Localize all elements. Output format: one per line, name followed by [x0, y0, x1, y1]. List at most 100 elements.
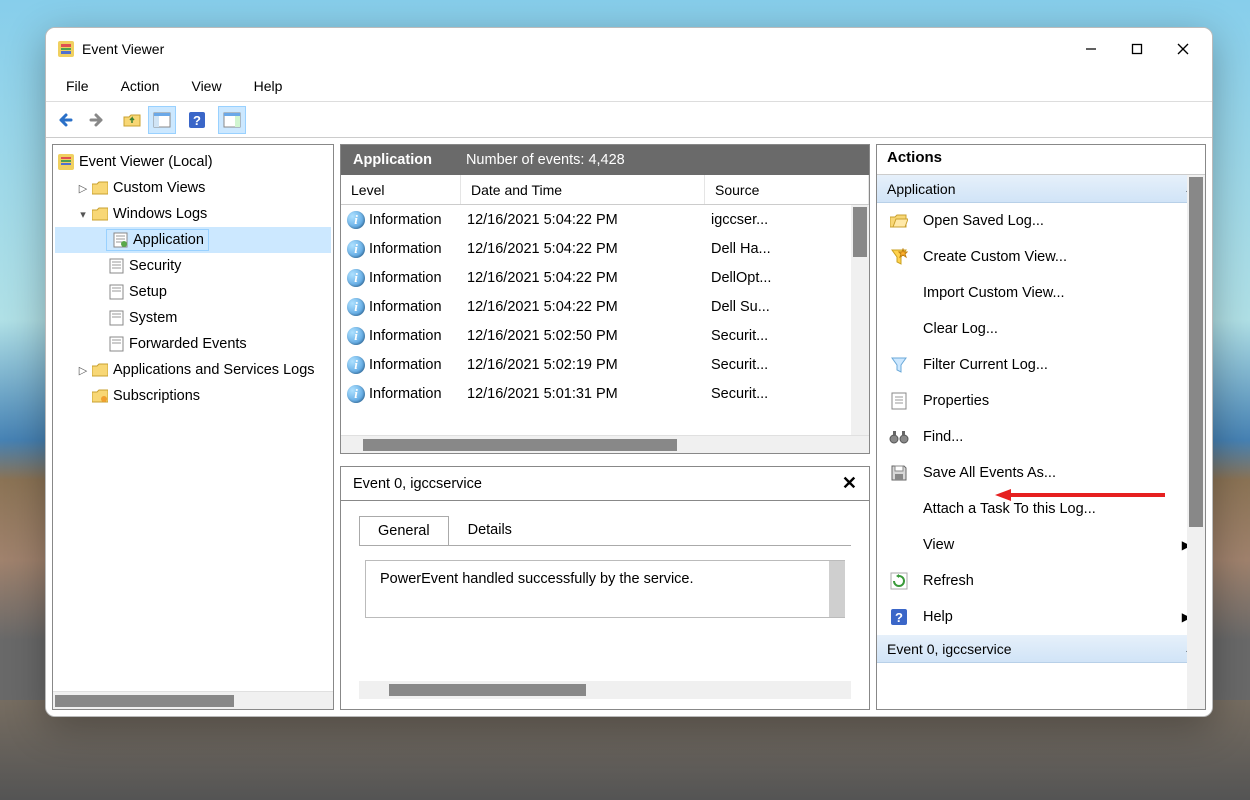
col-level[interactable]: Level	[341, 175, 461, 204]
minimize-button[interactable]	[1068, 33, 1114, 65]
tree-subscriptions[interactable]: Subscriptions	[55, 383, 331, 409]
action-save-all-events[interactable]: Save All Events As...	[877, 455, 1205, 491]
tree-root[interactable]: Event Viewer (Local)	[55, 149, 331, 175]
close-detail-button[interactable]: ✕	[842, 473, 857, 494]
actions-group-event[interactable]: Event 0, igccservice ▲	[877, 635, 1205, 663]
col-source[interactable]: Source	[705, 175, 869, 204]
event-rows[interactable]: iInformation12/16/2021 5:04:22 PMigccser…	[341, 205, 869, 435]
tab-general[interactable]: General	[359, 516, 449, 546]
action-filter-log[interactable]: Filter Current Log...	[877, 347, 1205, 383]
event-row[interactable]: iInformation12/16/2021 5:02:50 PMSecurit…	[341, 321, 869, 350]
actions-panel: Actions Application ▲ Open Saved Log... …	[876, 144, 1206, 710]
detail-message: PowerEvent handled successfully by the s…	[380, 571, 694, 587]
action-help[interactable]: ? Help ▶	[877, 599, 1205, 635]
event-viewer-icon	[57, 153, 75, 171]
action-import-custom-view[interactable]: Import Custom View...	[877, 275, 1205, 311]
event-row[interactable]: iInformation12/16/2021 5:04:22 PMigccser…	[341, 205, 869, 234]
svg-text:?: ?	[193, 113, 201, 128]
center-panel: Application Number of events: 4,428 Leve…	[340, 144, 870, 710]
action-refresh[interactable]: Refresh	[877, 563, 1205, 599]
event-row[interactable]: iInformation12/16/2021 5:04:22 PMDellOpt…	[341, 263, 869, 292]
event-row[interactable]: iInformation12/16/2021 5:01:31 PMSecurit…	[341, 379, 869, 408]
maximize-button[interactable]	[1114, 33, 1160, 65]
forward-button[interactable]	[83, 106, 111, 134]
up-folder-button[interactable]	[118, 106, 146, 134]
tree-label: Subscriptions	[113, 388, 200, 404]
detail-msg-scrollbar[interactable]	[829, 561, 845, 617]
col-date[interactable]: Date and Time	[461, 175, 705, 204]
collapse-icon[interactable]: ▾	[75, 208, 91, 221]
event-row[interactable]: iInformation12/16/2021 5:04:22 PMDell Ha…	[341, 234, 869, 263]
column-headers: Level Date and Time Source	[341, 175, 869, 205]
row-date: 12/16/2021 5:04:22 PM	[461, 299, 705, 315]
event-list-panel: Application Number of events: 4,428 Leve…	[340, 144, 870, 454]
toolbar: ?	[46, 102, 1212, 138]
titlebar[interactable]: Event Viewer	[46, 28, 1212, 70]
menu-file[interactable]: File	[50, 74, 105, 98]
action-open-saved-log[interactable]: Open Saved Log...	[877, 203, 1205, 239]
show-hide-tree-button[interactable]	[148, 106, 176, 134]
expand-icon[interactable]: ▷	[75, 182, 91, 195]
log-icon	[107, 309, 125, 327]
action-label: Properties	[923, 393, 989, 409]
action-label: Attach a Task To this Log...	[923, 501, 1096, 517]
menubar: File Action View Help	[46, 70, 1212, 102]
tree-application[interactable]: Application	[55, 227, 331, 253]
actions-vscrollbar[interactable]	[1187, 175, 1205, 709]
action-label: Filter Current Log...	[923, 357, 1048, 373]
row-source: Securit...	[705, 328, 869, 344]
menu-action[interactable]: Action	[105, 74, 176, 98]
expand-icon[interactable]: ▷	[75, 364, 91, 377]
tree-hscrollbar[interactable]	[53, 691, 333, 709]
event-count: Number of events: 4,428	[466, 152, 625, 168]
binoculars-icon	[889, 427, 909, 447]
info-icon: i	[347, 211, 365, 229]
close-button[interactable]	[1160, 33, 1206, 65]
action-label: Help	[923, 609, 953, 625]
row-source: Dell Su...	[705, 299, 869, 315]
detail-hscrollbar[interactable]	[359, 681, 851, 699]
row-date: 12/16/2021 5:04:22 PM	[461, 241, 705, 257]
action-view-submenu[interactable]: View ▶	[877, 527, 1205, 563]
action-create-custom-view[interactable]: Create Custom View...	[877, 239, 1205, 275]
tree-forwarded[interactable]: Forwarded Events	[55, 331, 331, 357]
show-hide-action-button[interactable]	[218, 106, 246, 134]
action-clear-log[interactable]: Clear Log...	[877, 311, 1205, 347]
tree-label: System	[129, 310, 177, 326]
folder-icon	[91, 361, 109, 379]
list-hscrollbar[interactable]	[341, 435, 869, 453]
info-icon: i	[347, 327, 365, 345]
menu-view[interactable]: View	[175, 74, 237, 98]
tree-security[interactable]: Security	[55, 253, 331, 279]
navigation-tree[interactable]: Event Viewer (Local) ▷ Custom Views ▾ Wi…	[53, 145, 333, 691]
action-properties[interactable]: Properties	[877, 383, 1205, 419]
event-row[interactable]: iInformation12/16/2021 5:02:19 PMSecurit…	[341, 350, 869, 379]
action-find[interactable]: Find...	[877, 419, 1205, 455]
tree-system[interactable]: System	[55, 305, 331, 331]
menu-help[interactable]: Help	[238, 74, 299, 98]
tree-label: Forwarded Events	[129, 336, 247, 352]
action-label: Find...	[923, 429, 963, 445]
tree-setup[interactable]: Setup	[55, 279, 331, 305]
event-viewer-window: Event Viewer File Action View Help ?	[45, 27, 1213, 717]
tree-label: Setup	[129, 284, 167, 300]
event-detail-panel: Event 0, igccservice ✕ General Details P…	[340, 466, 870, 710]
actions-group-application[interactable]: Application ▲	[877, 175, 1205, 203]
folder-icon	[91, 179, 109, 197]
list-vscrollbar[interactable]	[851, 205, 869, 435]
tab-details[interactable]: Details	[449, 515, 531, 545]
tree-apps-services[interactable]: ▷ Applications and Services Logs	[55, 357, 331, 383]
tree-windows-logs[interactable]: ▾ Windows Logs	[55, 201, 331, 227]
tree-label: Windows Logs	[113, 206, 207, 222]
info-icon: i	[347, 385, 365, 403]
back-button[interactable]	[53, 106, 81, 134]
action-attach-task[interactable]: Attach a Task To this Log...	[877, 491, 1205, 527]
help-toolbar-button[interactable]: ?	[183, 106, 211, 134]
tree-label: Security	[129, 258, 181, 274]
event-row[interactable]: iInformation12/16/2021 5:04:22 PMDell Su…	[341, 292, 869, 321]
app-icon	[58, 41, 74, 57]
tree-panel: Event Viewer (Local) ▷ Custom Views ▾ Wi…	[52, 144, 334, 710]
row-source: Dell Ha...	[705, 241, 869, 257]
tree-custom-views[interactable]: ▷ Custom Views	[55, 175, 331, 201]
detail-tabs: General Details	[341, 501, 869, 545]
